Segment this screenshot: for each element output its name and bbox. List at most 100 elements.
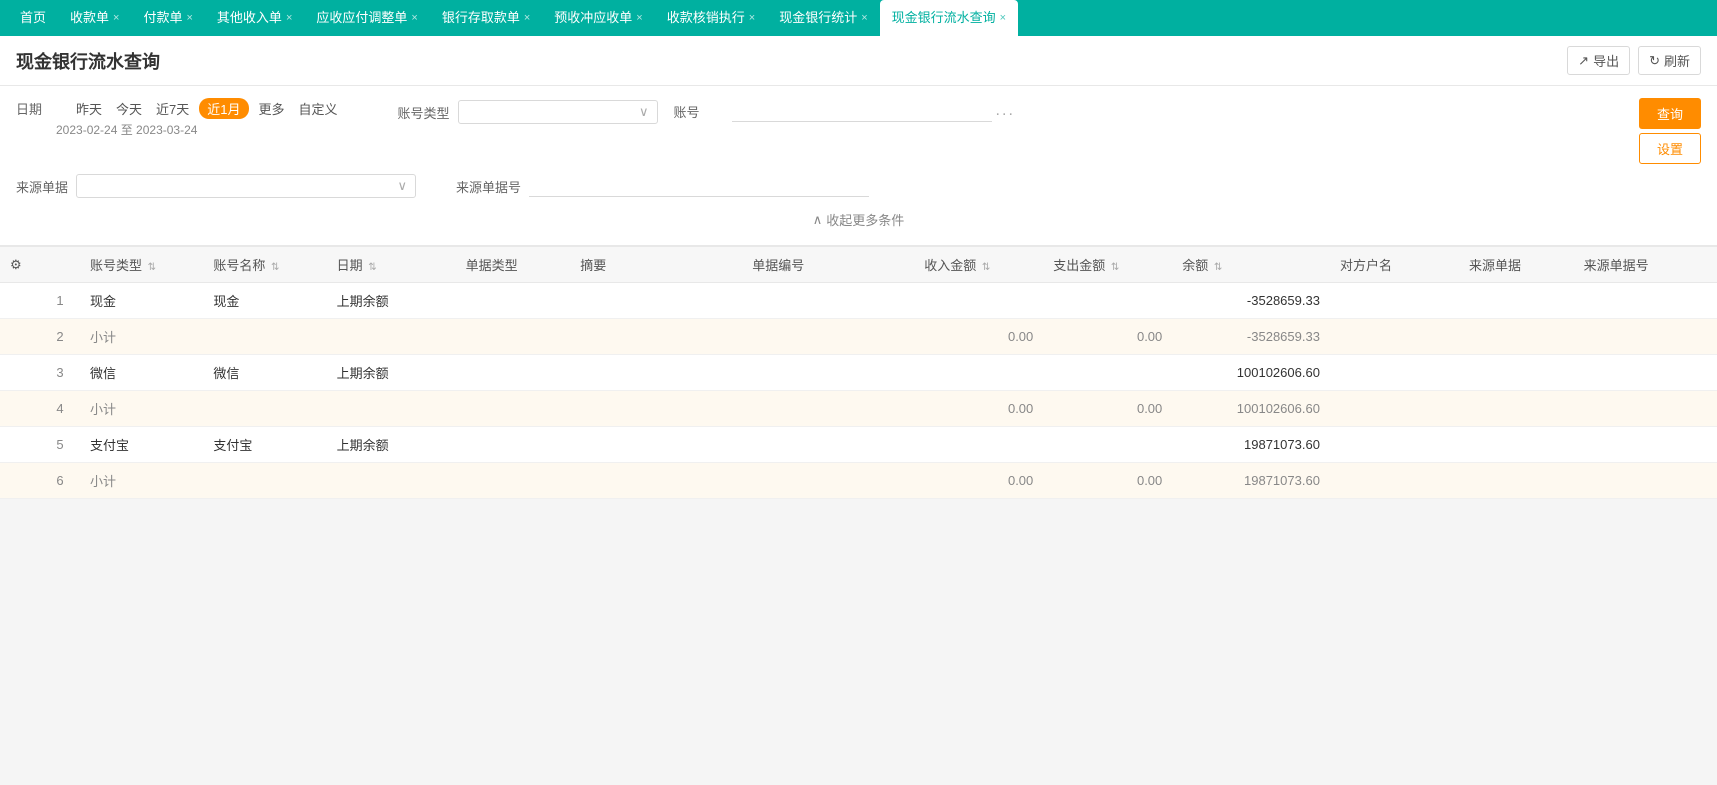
- table-row[interactable]: 3微信微信上期余额100102606.60: [0, 355, 1717, 391]
- date-range-display: 2023-02-24 至 2023-03-24: [56, 123, 197, 137]
- table-body: 1现金现金上期余额-3528659.332小计0.000.00-3528659.…: [0, 283, 1717, 499]
- close-tab-1-icon[interactable]: ×: [186, 0, 192, 36]
- table-cell: 2: [40, 319, 80, 355]
- table-row[interactable]: 2小计0.000.00-3528659.33: [0, 319, 1717, 355]
- table-row[interactable]: 6小计0.000.0019871073.60: [0, 463, 1717, 499]
- table-cell: [1330, 283, 1459, 319]
- close-tab-2-icon[interactable]: ×: [286, 0, 292, 36]
- table-cell: [1459, 463, 1574, 499]
- table-cell: [1330, 463, 1459, 499]
- table-row[interactable]: 1现金现金上期余额-3528659.33: [0, 283, 1717, 319]
- table-cell: [1043, 283, 1172, 319]
- table-cell: [570, 463, 742, 499]
- table-cell: [1330, 319, 1459, 355]
- close-tab-3-icon[interactable]: ×: [411, 0, 417, 36]
- data-table: ⚙ 账号类型 ⇅ 账号名称 ⇅ 日期 ⇅ 单据类型: [0, 246, 1717, 499]
- date-option-1month[interactable]: 近1月: [199, 98, 248, 119]
- account-no-label: 账号: [674, 102, 724, 121]
- nav-tab-7[interactable]: 现金银行统计 ×: [767, 0, 879, 36]
- col-header-date[interactable]: 日期 ⇅: [327, 247, 456, 283]
- table-cell: [570, 319, 742, 355]
- date-option-today[interactable]: 今天: [112, 98, 146, 119]
- col-header-summary: 摘要: [570, 247, 742, 283]
- source-doc-no-input[interactable]: [529, 178, 869, 193]
- close-tab-5-icon[interactable]: ×: [636, 0, 642, 36]
- account-no-dots-button[interactable]: ...: [996, 102, 1015, 120]
- col-header-income[interactable]: 收入金额 ⇅: [914, 247, 1043, 283]
- source-doc-chevron-icon: ∨: [398, 178, 408, 194]
- table-cell: 0.00: [1043, 391, 1172, 427]
- row-gear-cell: [0, 283, 40, 319]
- col-header-expense[interactable]: 支出金额 ⇅: [1043, 247, 1172, 283]
- nav-tab-5[interactable]: 预收冲应收单 ×: [542, 0, 654, 36]
- account-type-select[interactable]: ∨: [458, 100, 658, 124]
- col-header-counterpart: 对方户名: [1330, 247, 1459, 283]
- table-row[interactable]: 5支付宝支付宝上期余额19871073.60: [0, 427, 1717, 463]
- col-header-gear[interactable]: ⚙: [0, 247, 40, 283]
- col-header-acct-name[interactable]: 账号名称 ⇅: [203, 247, 326, 283]
- close-tab-0-icon[interactable]: ×: [113, 0, 119, 36]
- col-header-src-doc: 来源单据: [1459, 247, 1574, 283]
- table-cell: [1330, 427, 1459, 463]
- chevron-up-icon: ∧: [813, 212, 823, 228]
- row-gear-cell: [0, 391, 40, 427]
- nav-tab-1[interactable]: 付款单 ×: [131, 0, 204, 36]
- export-icon: ↗: [1578, 53, 1589, 69]
- table-cell: [327, 391, 456, 427]
- col-header-acct-type[interactable]: 账号类型 ⇅: [80, 247, 203, 283]
- table-row[interactable]: 4小计0.000.00100102606.60: [0, 391, 1717, 427]
- refresh-button[interactable]: ↻ 刷新: [1638, 46, 1701, 75]
- date-option-yesterday[interactable]: 昨天: [72, 98, 106, 119]
- page-title: 现金银行流水查询: [16, 48, 160, 74]
- close-tab-8-icon[interactable]: ×: [1000, 0, 1006, 36]
- source-doc-no-input-wrap: [529, 175, 869, 197]
- table-cell: [1574, 355, 1717, 391]
- source-doc-select[interactable]: ∨: [76, 174, 416, 198]
- close-tab-4-icon[interactable]: ×: [524, 0, 530, 36]
- table-cell: [742, 319, 914, 355]
- export-button[interactable]: ↗ 导出: [1567, 46, 1630, 75]
- table-cell: [1043, 355, 1172, 391]
- table-cell: 19871073.60: [1172, 463, 1330, 499]
- table-cell: 现金: [203, 283, 326, 319]
- row-gear-cell: [0, 319, 40, 355]
- nav-tab-6[interactable]: 收款核销执行 ×: [655, 0, 767, 36]
- collapse-bar[interactable]: ∧ 收起更多条件: [16, 206, 1701, 233]
- table-cell: 19871073.60: [1172, 427, 1330, 463]
- table-cell: -3528659.33: [1172, 283, 1330, 319]
- nav-tab-3[interactable]: 应收应付调整单 ×: [304, 0, 429, 36]
- nav-tab-0[interactable]: 收款单 ×: [58, 0, 131, 36]
- nav-home[interactable]: 首页: [8, 0, 58, 36]
- table-cell: [1459, 427, 1574, 463]
- table-cell: 0.00: [914, 463, 1043, 499]
- date-option-7days[interactable]: 近7天: [152, 98, 193, 119]
- header-actions: ↗ 导出 ↻ 刷新: [1567, 46, 1701, 75]
- table-cell: [570, 355, 742, 391]
- table-cell: [742, 427, 914, 463]
- date-option-more[interactable]: 更多: [255, 98, 289, 119]
- account-no-input[interactable]: [732, 103, 992, 118]
- sort-acct-type-icon: ⇅: [148, 262, 156, 273]
- table-cell: [1330, 391, 1459, 427]
- table-cell: 小计: [80, 463, 203, 499]
- table-cell: [914, 427, 1043, 463]
- settings-button[interactable]: 设置: [1639, 133, 1701, 164]
- nav-tab-2[interactable]: 其他收入单 ×: [205, 0, 304, 36]
- table-cell: [742, 355, 914, 391]
- table-cell: [1574, 319, 1717, 355]
- table-cell: [570, 427, 742, 463]
- table-cell: [1459, 355, 1574, 391]
- nav-tab-8[interactable]: 现金银行流水查询 ×: [880, 0, 1018, 36]
- close-tab-7-icon[interactable]: ×: [861, 0, 867, 36]
- table-cell: 0.00: [1043, 319, 1172, 355]
- gear-icon[interactable]: ⚙: [10, 257, 22, 272]
- table-cell: 上期余额: [327, 283, 456, 319]
- table-cell: [742, 463, 914, 499]
- table-header: ⚙ 账号类型 ⇅ 账号名称 ⇅ 日期 ⇅ 单据类型: [0, 247, 1717, 283]
- query-button[interactable]: 查询: [1639, 98, 1701, 129]
- col-header-balance[interactable]: 余额 ⇅: [1172, 247, 1330, 283]
- close-tab-6-icon[interactable]: ×: [749, 0, 755, 36]
- date-option-custom[interactable]: 自定义: [295, 98, 342, 119]
- nav-tab-4[interactable]: 银行存取款单 ×: [430, 0, 542, 36]
- table-cell: -3528659.33: [1172, 319, 1330, 355]
